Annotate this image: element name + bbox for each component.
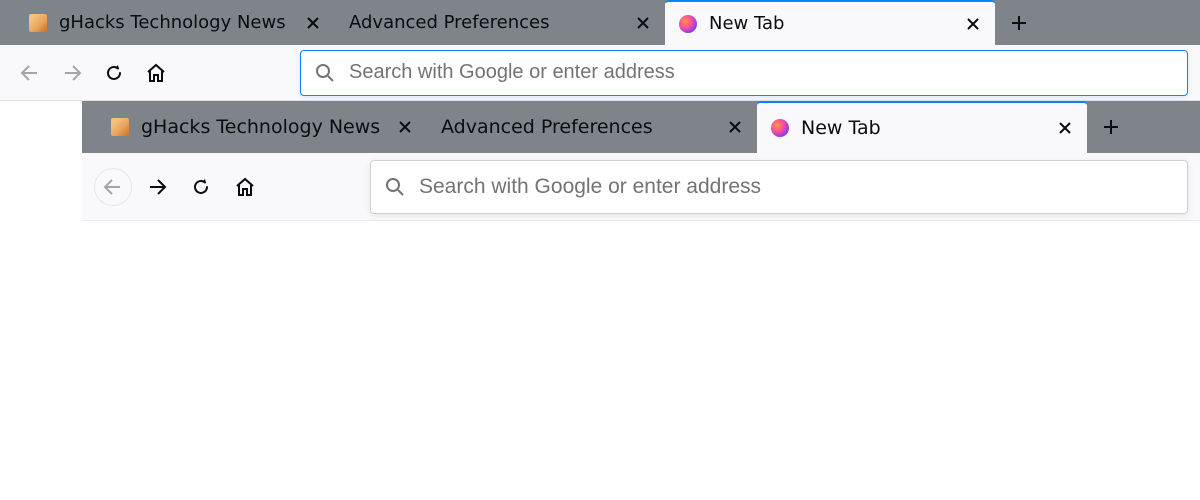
tab-newtab[interactable]: New Tab <box>665 0 995 45</box>
tab-close-button[interactable] <box>303 13 323 33</box>
back-button[interactable] <box>12 55 48 91</box>
close-icon <box>728 120 742 134</box>
tab-label: Advanced Preferences <box>349 12 623 33</box>
close-icon <box>1058 121 1072 135</box>
forward-button[interactable] <box>54 55 90 91</box>
new-tab-button[interactable] <box>1091 107 1131 147</box>
url-bar[interactable] <box>300 50 1188 96</box>
plus-icon <box>1010 14 1028 32</box>
browser-window-top: gHacks Technology News Advanced Preferen… <box>0 0 1200 101</box>
tab-close-button[interactable] <box>633 13 653 33</box>
home-icon <box>145 62 167 84</box>
navigation-toolbar <box>82 153 1200 221</box>
tab-label: New Tab <box>801 117 1045 139</box>
tab-label: gHacks Technology News <box>59 12 293 33</box>
tab-close-button[interactable] <box>395 117 415 137</box>
reload-icon <box>104 63 124 83</box>
plus-icon <box>1102 118 1120 136</box>
search-icon <box>385 177 405 197</box>
close-icon <box>966 17 980 31</box>
firefox-favicon-icon <box>771 119 789 137</box>
reload-button[interactable] <box>96 55 132 91</box>
arrow-right-icon <box>61 62 83 84</box>
forward-button[interactable] <box>138 168 176 206</box>
arrow-left-icon <box>19 62 41 84</box>
tab-newtab[interactable]: New Tab <box>757 101 1087 153</box>
tab-label: New Tab <box>709 13 953 34</box>
url-input[interactable] <box>419 175 1173 199</box>
browser-window-bottom: gHacks Technology News Advanced Preferen… <box>82 101 1200 221</box>
tab-strip: gHacks Technology News Advanced Preferen… <box>0 0 1200 45</box>
url-bar[interactable] <box>370 160 1188 214</box>
tab-close-button[interactable] <box>725 117 745 137</box>
url-input[interactable] <box>349 61 1173 84</box>
arrow-right-icon <box>146 176 168 198</box>
ghacks-favicon-icon <box>29 14 47 32</box>
reload-icon <box>191 177 211 197</box>
new-tab-button[interactable] <box>999 3 1039 43</box>
tab-close-button[interactable] <box>963 14 983 34</box>
tab-strip: gHacks Technology News Advanced Preferen… <box>82 101 1200 153</box>
tab-preferences[interactable]: Advanced Preferences <box>427 101 757 153</box>
tab-ghacks[interactable]: gHacks Technology News <box>97 101 427 153</box>
home-button[interactable] <box>138 55 174 91</box>
tab-preferences[interactable]: Advanced Preferences <box>335 0 665 45</box>
tab-close-button[interactable] <box>1055 118 1075 138</box>
home-icon <box>234 176 256 198</box>
navigation-toolbar <box>0 45 1200 101</box>
arrow-left-icon <box>102 176 124 198</box>
close-icon <box>398 120 412 134</box>
firefox-favicon-icon <box>679 15 697 33</box>
ghacks-favicon-icon <box>111 118 129 136</box>
tab-label: Advanced Preferences <box>441 116 715 138</box>
close-icon <box>636 16 650 30</box>
search-icon <box>315 63 335 83</box>
tab-ghacks[interactable]: gHacks Technology News <box>15 0 335 45</box>
tab-label: gHacks Technology News <box>141 116 385 138</box>
close-icon <box>306 16 320 30</box>
back-button[interactable] <box>94 168 132 206</box>
reload-button[interactable] <box>182 168 220 206</box>
home-button[interactable] <box>226 168 264 206</box>
